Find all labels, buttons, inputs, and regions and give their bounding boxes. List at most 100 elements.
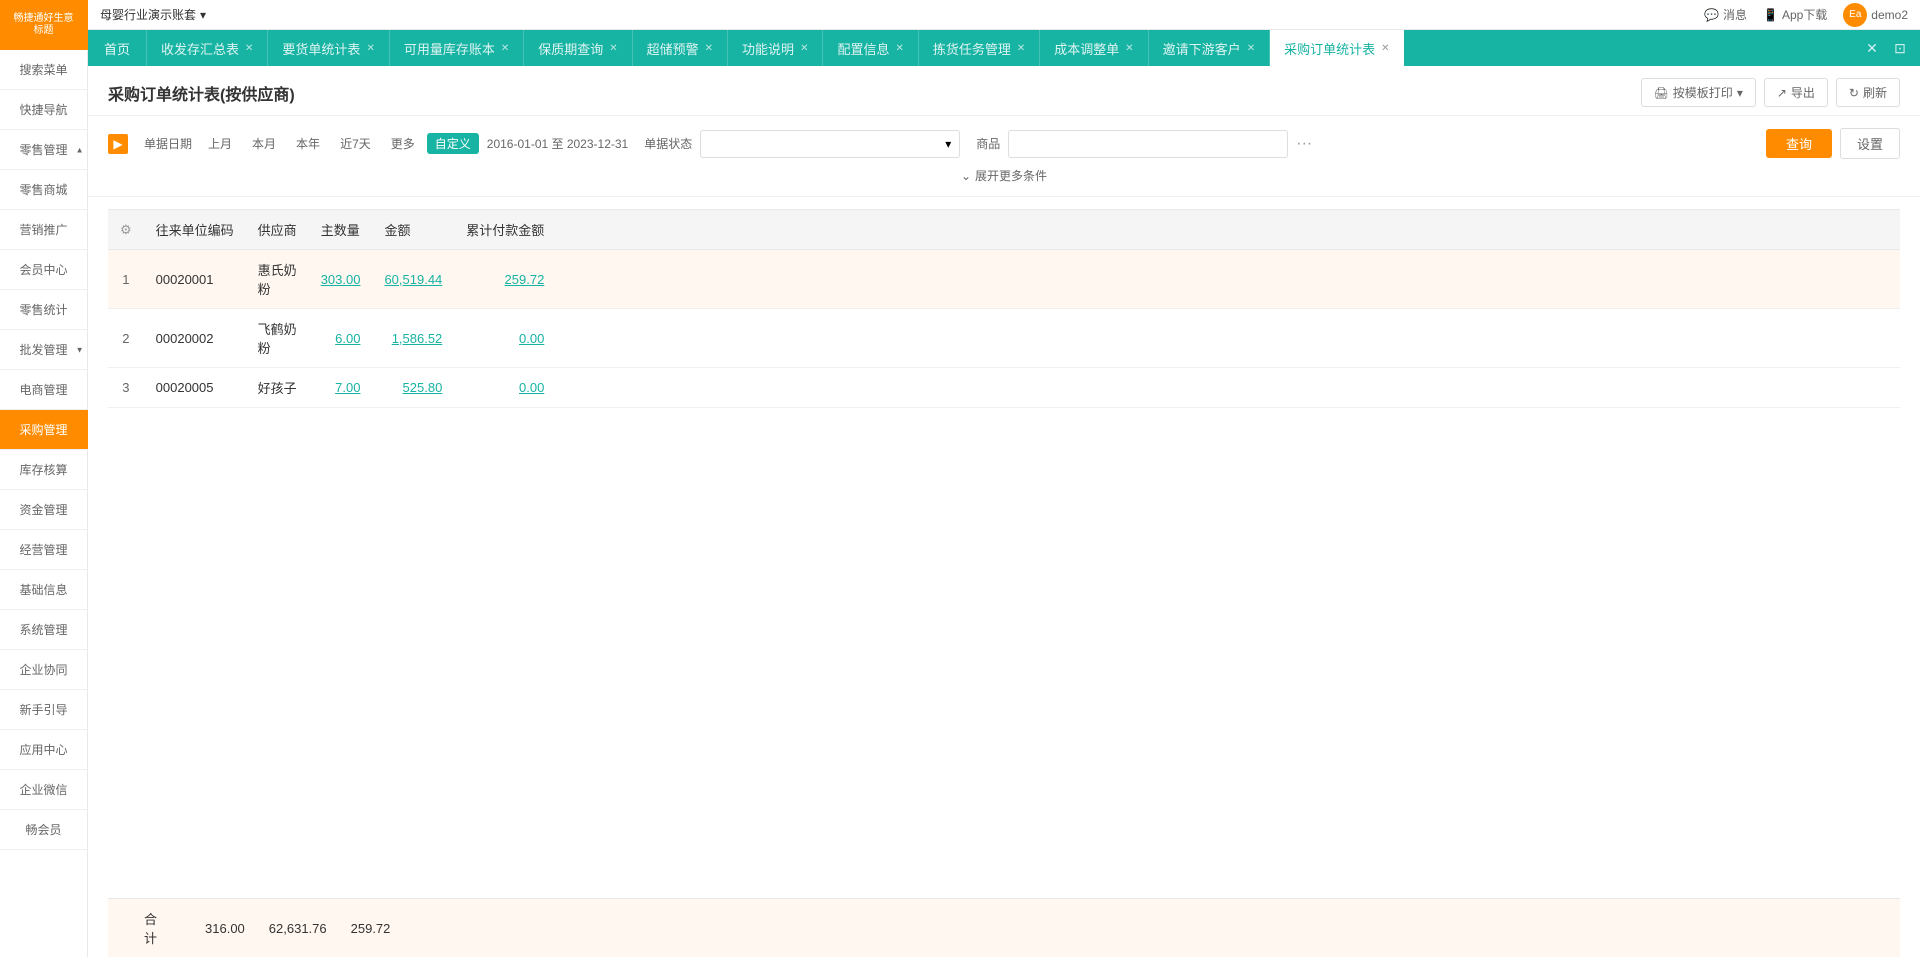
status-filter-label: 单据状态 — [644, 135, 692, 152]
row-paid[interactable]: 0.00 — [454, 309, 556, 368]
export-btn[interactable]: ↗ 导出 — [1764, 78, 1828, 107]
row-qty[interactable]: 6.00 — [309, 309, 373, 368]
table-area: ⚙ 往来单位编码 供应商 主数量 金额 累计付款金额 1 — [88, 197, 1920, 886]
row-amount[interactable]: 525.80 — [372, 368, 454, 408]
refresh-icon: ↻ — [1849, 86, 1859, 100]
header-actions: 🖨 按模板打印 ▾ ↗ 导出 ↻ 刷新 — [1641, 78, 1900, 107]
tab-close-icon[interactable]: ✕ — [245, 43, 253, 54]
company-selector[interactable]: 母婴行业演示账套 ▾ — [100, 6, 206, 23]
row-no: 3 — [108, 368, 144, 408]
tabbar: 首页 收发存汇总表 ✕ 要货单统计表 ✕ 可用量库存账本 ✕ 保质期查询 ✕ 超… — [88, 30, 1920, 66]
page-header: 采购订单统计表(按供应商) 🖨 按模板打印 ▾ ↗ 导出 ↻ 刷新 — [88, 66, 1920, 116]
col-code: 往来单位编码 — [144, 210, 246, 250]
sidebar-item-quicknav[interactable]: 快捷导航 — [0, 90, 88, 130]
sidebar-item-retail-stats[interactable]: 零售统计 — [0, 290, 88, 330]
sidebar-item-wecom[interactable]: 企业微信 — [0, 770, 88, 810]
tab-maximize-btn[interactable]: ⊡ — [1888, 36, 1912, 60]
expand-more-row: ⌄ 展开更多条件 — [108, 167, 1900, 184]
tab-close-icon[interactable]: ✕ — [1247, 43, 1255, 54]
more-options-dots[interactable]: ··· — [1296, 135, 1312, 153]
row-qty[interactable]: 303.00 — [309, 250, 373, 309]
filter-toggle-btn[interactable]: ▶ — [108, 134, 128, 154]
data-table: ⚙ 往来单位编码 供应商 主数量 金额 累计付款金额 1 — [108, 209, 1900, 408]
tab-close-window-btn[interactable]: ✕ — [1860, 36, 1884, 60]
tab-close-icon[interactable]: ✕ — [705, 43, 713, 54]
sidebar-item-member2[interactable]: 畅会员 — [0, 810, 88, 850]
tab-close-active-icon[interactable]: ✕ — [1381, 43, 1389, 54]
col-gear[interactable]: ⚙ — [108, 210, 144, 250]
refresh-btn[interactable]: ↻ 刷新 — [1836, 78, 1900, 107]
status-filter-group: 单据状态 ▾ — [644, 130, 960, 158]
goods-filter-input[interactable] — [1008, 130, 1288, 158]
date-quick-buttons: 上月 本月 本年 近7天 更多 自定义 — [200, 133, 479, 154]
company-name: 母婴行业演示账套 — [100, 6, 196, 23]
tab-close-icon[interactable]: ✕ — [366, 43, 374, 54]
tab-purchase-order-stats[interactable]: 采购订单统计表 ✕ — [1270, 30, 1404, 66]
tab-home[interactable]: 首页 — [88, 30, 147, 66]
gear-icon[interactable]: ⚙ — [120, 222, 132, 237]
date-btn-more[interactable]: 更多 — [383, 133, 423, 154]
date-btn-this-year[interactable]: 本年 — [288, 133, 328, 154]
date-filter-label: 单据日期 — [144, 135, 192, 152]
message-btn[interactable]: 💬 消息 — [1704, 6, 1747, 23]
sidebar-item-wholesale[interactable]: 批发管理 — [0, 330, 88, 370]
sidebar: 畅捷通好生意标题 搜索菜单 快捷导航 零售管理 零售商城 营销推广 会员中心 零… — [0, 0, 88, 957]
row-paid[interactable]: 259.72 — [454, 250, 556, 309]
footer-blank2 — [169, 899, 193, 957]
row-qty[interactable]: 7.00 — [309, 368, 373, 408]
sidebar-item-finance[interactable]: 资金管理 — [0, 490, 88, 530]
sidebar-item-ecommerce[interactable]: 电商管理 — [0, 370, 88, 410]
settings-button[interactable]: 设置 — [1840, 128, 1900, 159]
sidebar-item-member[interactable]: 会员中心 — [0, 250, 88, 290]
tab-close-icon[interactable]: ✕ — [1125, 43, 1133, 54]
row-code: 00020001 — [144, 250, 246, 309]
footer-label: 合计 — [132, 899, 169, 957]
date-btn-7days[interactable]: 近7天 — [332, 133, 379, 154]
expand-more-btn[interactable]: ⌄ 展开更多条件 — [961, 167, 1047, 184]
tab-close-icon[interactable]: ✕ — [501, 43, 509, 54]
sidebar-item-basic-info[interactable]: 基础信息 — [0, 570, 88, 610]
date-btn-this-month[interactable]: 本月 — [244, 133, 284, 154]
table-row: 2 00020002 飞鹤奶粉 6.00 1,586.52 0.00 — [108, 309, 1900, 368]
tab-invite-downstream[interactable]: 邀请下游客户 ✕ — [1149, 30, 1270, 66]
print-btn[interactable]: 🖨 按模板打印 ▾ — [1641, 78, 1756, 107]
status-select[interactable]: ▾ — [700, 130, 960, 158]
user-profile[interactable]: Ea demo2 — [1843, 3, 1908, 27]
tab-overstock-warning[interactable]: 超储预警 ✕ — [633, 30, 728, 66]
sidebar-item-purchase[interactable]: 采购管理 — [0, 410, 88, 450]
sidebar-item-retail-mall[interactable]: 零售商城 — [0, 170, 88, 210]
tab-available-inventory[interactable]: 可用量库存账本 ✕ — [390, 30, 524, 66]
sidebar-item-search[interactable]: 搜索菜单 — [0, 50, 88, 90]
sidebar-item-appcenter[interactable]: 应用中心 — [0, 730, 88, 770]
tab-order-stats[interactable]: 要货单统计表 ✕ — [268, 30, 389, 66]
tab-picking-task[interactable]: 拣货任务管理 ✕ — [919, 30, 1040, 66]
sidebar-item-inventory[interactable]: 库存核算 — [0, 450, 88, 490]
sidebar-item-operations[interactable]: 经营管理 — [0, 530, 88, 570]
tab-cost-adjust[interactable]: 成本调整单 ✕ — [1040, 30, 1148, 66]
row-amount[interactable]: 1,586.52 — [372, 309, 454, 368]
tab-close-icon[interactable]: ✕ — [1017, 43, 1025, 54]
row-code: 00020005 — [144, 368, 246, 408]
sidebar-item-marketing[interactable]: 营销推广 — [0, 210, 88, 250]
row-amount[interactable]: 60,519.44 — [372, 250, 454, 309]
date-btn-last-month[interactable]: 上月 — [200, 133, 240, 154]
footer-qty: 316.00 — [193, 899, 257, 957]
tab-expiry-query[interactable]: 保质期查询 ✕ — [524, 30, 632, 66]
tab-config-info[interactable]: 配置信息 ✕ — [823, 30, 918, 66]
phone-icon: 📱 — [1763, 8, 1778, 22]
tab-close-icon[interactable]: ✕ — [895, 43, 903, 54]
app-download-btn[interactable]: 📱 App下载 — [1763, 6, 1827, 23]
query-button[interactable]: 查询 — [1766, 129, 1832, 158]
sidebar-item-guide[interactable]: 新手引导 — [0, 690, 88, 730]
tab-function-desc[interactable]: 功能说明 ✕ — [728, 30, 823, 66]
tab-close-icon[interactable]: ✕ — [800, 43, 808, 54]
date-custom-badge[interactable]: 自定义 — [427, 133, 479, 154]
sidebar-item-enterprise[interactable]: 企业协同 — [0, 650, 88, 690]
printer-icon: 🖨 — [1654, 86, 1669, 100]
table-row: 1 00020001 惠氏奶粉 303.00 60,519.44 259.72 — [108, 250, 1900, 309]
tab-collection-summary[interactable]: 收发存汇总表 ✕ — [147, 30, 268, 66]
sidebar-item-retail-mgmt[interactable]: 零售管理 — [0, 130, 88, 170]
sidebar-item-system[interactable]: 系统管理 — [0, 610, 88, 650]
row-paid[interactable]: 0.00 — [454, 368, 556, 408]
tab-close-icon[interactable]: ✕ — [609, 43, 617, 54]
